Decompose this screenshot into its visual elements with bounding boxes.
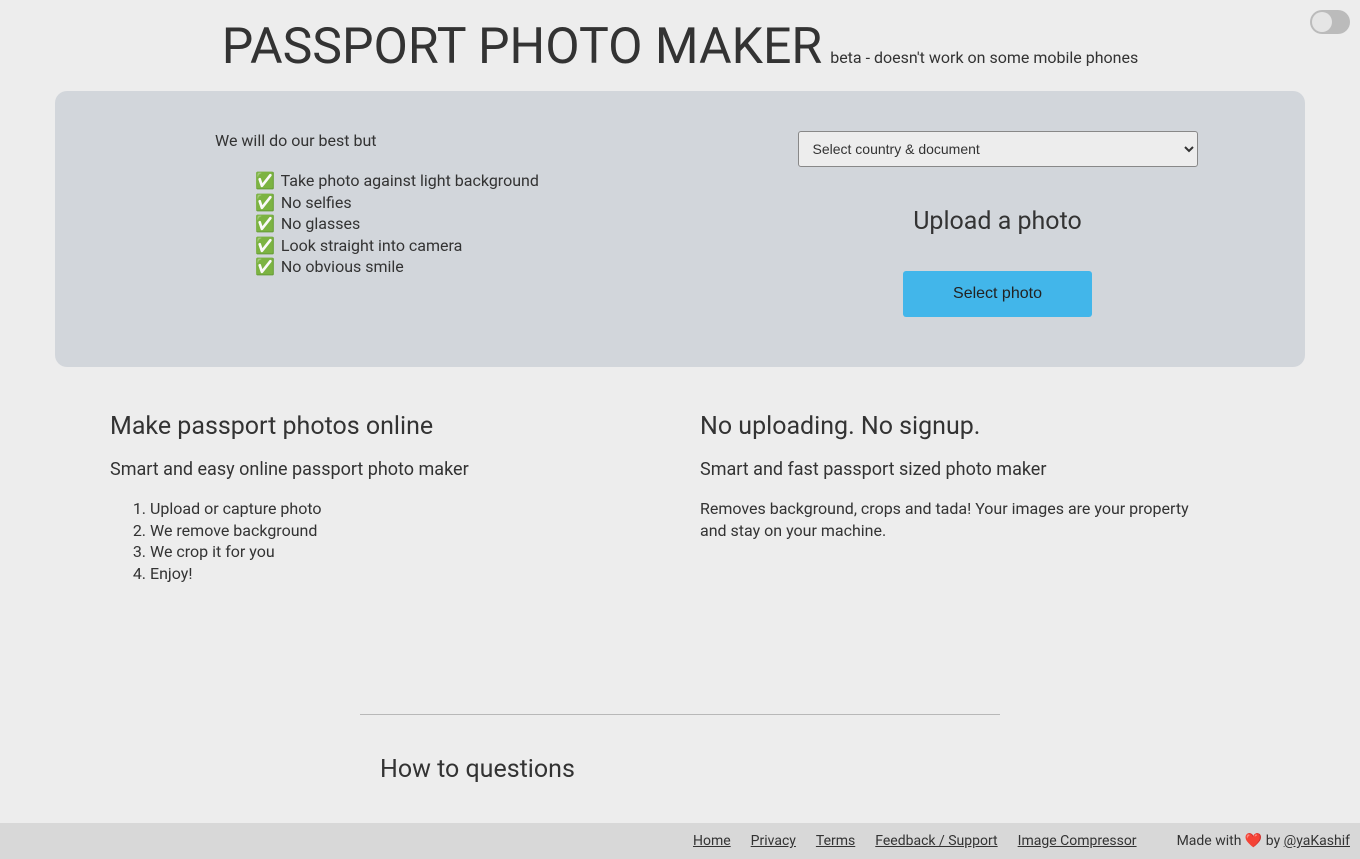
step-item: Enjoy! [150,563,660,585]
footer-author-link[interactable]: @yaKashif [1284,833,1350,849]
page-title: PASSPORT PHOTO MAKER [222,18,822,76]
page-subtitle: beta - doesn't work on some mobile phone… [830,48,1138,67]
howto-heading: How to questions [380,755,1360,784]
check-icon: ✅ [255,214,275,233]
footer: Home Privacy Terms Feedback / Support Im… [0,823,1360,859]
step-item: We remove background [150,520,660,542]
tip-text: No selfies [281,193,352,212]
upload-heading: Upload a photo [913,207,1082,236]
tip-item: ✅ No obvious smile [255,256,710,278]
tips-list: ✅ Take photo against light background ✅ … [215,170,710,278]
steps-list: Upload or capture photo We remove backgr… [110,498,660,584]
country-document-select[interactable]: Select country & document [798,131,1198,167]
tip-text: Look straight into camera [281,236,462,255]
tips-column: We will do our best but ✅ Take photo aga… [115,131,710,317]
footer-link-terms[interactable]: Terms [816,833,855,849]
info-heading: Make passport photos online [110,412,660,441]
toggle-knob [1312,12,1332,32]
check-icon: ✅ [255,171,275,190]
check-icon: ✅ [255,236,275,255]
tip-item: ✅ No glasses [255,213,710,235]
step-item: Upload or capture photo [150,498,660,520]
footer-made-by: Made with ❤️ by @yaKashif [1177,833,1350,849]
footer-link-feedback[interactable]: Feedback / Support [875,833,997,849]
select-photo-button[interactable]: Select photo [903,271,1092,317]
page-header: PASSPORT PHOTO MAKER beta - doesn't work… [0,0,1360,91]
info-heading: No uploading. No signup. [700,412,1250,441]
step-item: We crop it for you [150,541,660,563]
check-icon: ✅ [255,193,275,212]
info-subheading: Smart and fast passport sized photo make… [700,459,1250,480]
main-card: We will do our best but ✅ Take photo aga… [55,91,1305,367]
info-right-column: No uploading. No signup. Smart and fast … [700,412,1250,584]
info-subheading: Smart and easy online passport photo mak… [110,459,660,480]
tip-text: Take photo against light background [281,171,539,190]
divider [360,714,1000,715]
tip-item: ✅ Take photo against light background [255,170,710,192]
info-section: Make passport photos online Smart and ea… [0,367,1360,584]
theme-toggle[interactable] [1310,10,1350,34]
info-paragraph: Removes background, crops and tada! Your… [700,498,1190,541]
footer-link-privacy[interactable]: Privacy [751,833,796,849]
intro-text: We will do our best but [215,131,710,150]
made-prefix: Made with ❤️ by [1177,833,1284,849]
footer-link-home[interactable]: Home [693,833,731,849]
check-icon: ✅ [255,257,275,276]
tip-item: ✅ Look straight into camera [255,235,710,257]
tip-text: No obvious smile [281,257,404,276]
footer-link-compressor[interactable]: Image Compressor [1018,833,1137,849]
upload-column: Select country & document Upload a photo… [750,131,1245,317]
tip-item: ✅ No selfies [255,192,710,214]
tip-text: No glasses [281,214,360,233]
info-left-column: Make passport photos online Smart and ea… [110,412,660,584]
country-select-wrap: Select country & document [798,131,1198,167]
